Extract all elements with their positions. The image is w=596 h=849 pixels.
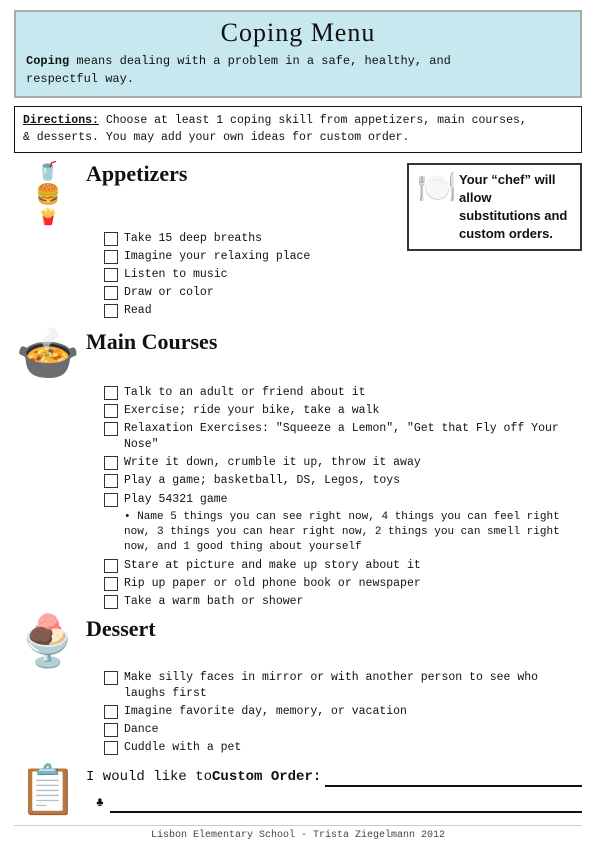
appetizers-image: 🥤 🍔 🍟 <box>14 161 82 227</box>
custom-order-section: 📋 I would like to Custom Order: ♣ <box>14 767 582 815</box>
custom-order-line: I would like to Custom Order: <box>86 767 582 787</box>
checkbox[interactable] <box>104 474 118 488</box>
list-item: Read <box>104 303 582 319</box>
custom-order-second-line: ♣ <box>96 793 582 813</box>
checkbox[interactable] <box>104 304 118 318</box>
checkbox[interactable] <box>104 559 118 573</box>
title-box: Coping Menu Coping means dealing with a … <box>14 10 582 98</box>
dessert-title: Dessert <box>86 616 582 642</box>
checkbox[interactable] <box>104 422 118 436</box>
custom-order-image: 📋 <box>14 767 82 815</box>
list-item: Write it down, crumble it up, throw it a… <box>104 455 582 471</box>
checkbox[interactable] <box>104 232 118 246</box>
list-item: Play 54321 game <box>104 492 582 508</box>
list-item: Dance <box>104 722 582 738</box>
custom-order-content: I would like to Custom Order: ♣ <box>82 767 582 813</box>
item-text: Stare at picture and make up story about… <box>124 558 582 574</box>
checkbox[interactable] <box>104 723 118 737</box>
list-item: Stare at picture and make up story about… <box>104 558 582 574</box>
item-text: Play 54321 game <box>124 492 582 508</box>
checkbox[interactable] <box>104 595 118 609</box>
item-text: Take a warm bath or shower <box>124 594 582 610</box>
main-courses-checklist: Talk to an adult or friend about it Exer… <box>104 385 582 610</box>
item-text: Cuddle with a pet <box>124 740 582 756</box>
item-text: Talk to an adult or friend about it <box>124 385 582 401</box>
club-symbol: ♣ <box>96 795 104 810</box>
checkbox[interactable] <box>104 741 118 755</box>
custom-order-input-line <box>325 767 582 787</box>
main-courses-image: 🍲 <box>14 329 82 381</box>
list-item: Cuddle with a pet <box>104 740 582 756</box>
list-item: Imagine favorite day, memory, or vacatio… <box>104 704 582 720</box>
dessert-checklist: Make silly faces in mirror or with anoth… <box>104 670 582 756</box>
item-text: Imagine favorite day, memory, or vacatio… <box>124 704 582 720</box>
checkbox[interactable] <box>104 671 118 685</box>
list-item: Play a game; basketball, DS, Legos, toys <box>104 473 582 489</box>
checkbox[interactable] <box>104 268 118 282</box>
appetizers-section: 🍽️ Your “chef” will allow substitutions … <box>14 161 582 323</box>
checkbox[interactable] <box>104 705 118 719</box>
list-item: Make silly faces in mirror or with anoth… <box>104 670 582 702</box>
checkbox[interactable] <box>104 404 118 418</box>
main-courses-header: 🍲 Main Courses <box>14 329 582 381</box>
chef-note: 🍽️ Your “chef” will allow substitutions … <box>407 163 582 252</box>
footer-text: Lisbon Elementary School - Trista Ziegel… <box>151 830 445 841</box>
item-text: Rip up paper or old phone book or newspa… <box>124 576 582 592</box>
dessert-title-area: Dessert <box>82 616 582 644</box>
item-text: Write it down, crumble it up, throw it a… <box>124 455 582 471</box>
directions-text: Choose at least 1 coping skill from appe… <box>23 114 527 144</box>
main-courses-title: Main Courses <box>86 329 582 355</box>
title-description: Coping means dealing with a problem in a… <box>26 52 570 88</box>
title-desc-rest: means dealing with a problem in a safe, … <box>26 54 451 86</box>
item-text: Listen to music <box>124 267 582 283</box>
item-text: Relaxation Exercises: "Squeeze a Lemon",… <box>124 421 582 453</box>
coping-word: Coping <box>26 54 69 68</box>
dessert-header: 🍨 Dessert <box>14 616 582 666</box>
item-text: Draw or color <box>124 285 582 301</box>
list-item: Take 15 deep breaths <box>104 231 399 247</box>
checkbox[interactable] <box>104 286 118 300</box>
main-courses-title-area: Main Courses <box>82 329 582 357</box>
checkbox[interactable] <box>104 493 118 507</box>
list-item: Exercise; ride your bike, take a walk <box>104 403 582 419</box>
list-item: Talk to an adult or friend about it <box>104 385 582 401</box>
item-text: Take 15 deep breaths <box>124 231 399 247</box>
page-title: Coping Menu <box>26 18 570 48</box>
directions-label: Directions: <box>23 114 99 127</box>
main-courses-section: 🍲 Main Courses Talk to an adult or frien… <box>14 329 582 610</box>
chef-note-text: Your “chef” will allow substitutions and… <box>459 171 572 244</box>
item-text: Exercise; ride your bike, take a walk <box>124 403 582 419</box>
list-item: Listen to music <box>104 267 582 283</box>
checkbox[interactable] <box>104 456 118 470</box>
list-item: Relaxation Exercises: "Squeeze a Lemon",… <box>104 421 582 453</box>
chef-hat-icon: 🍽️ <box>417 171 453 203</box>
checkbox[interactable] <box>104 386 118 400</box>
dessert-section: 🍨 Dessert Make silly faces in mirror or … <box>14 616 582 756</box>
list-item: Rip up paper or old phone book or newspa… <box>104 576 582 592</box>
bullet-item: • Name 5 things you can see right now, 4… <box>124 510 582 556</box>
item-text: Read <box>124 303 582 319</box>
list-item: Draw or color <box>104 285 582 301</box>
list-item: Take a warm bath or shower <box>104 594 582 610</box>
appetizers-title-area: Appetizers <box>82 161 399 189</box>
checkbox[interactable] <box>104 250 118 264</box>
directions-box: Directions: Choose at least 1 coping ski… <box>14 106 582 153</box>
item-text: Play a game; basketball, DS, Legos, toys <box>124 473 582 489</box>
footer: Lisbon Elementary School - Trista Ziegel… <box>14 825 582 841</box>
item-text: Imagine your relaxing place <box>124 249 399 265</box>
item-text: Dance <box>124 722 582 738</box>
custom-order-second-input <box>110 793 582 813</box>
list-item: Imagine your relaxing place <box>104 249 399 265</box>
checkbox[interactable] <box>104 577 118 591</box>
dessert-image: 🍨 <box>14 616 82 666</box>
appetizers-header: 🥤 🍔 🍟 Appetizers <box>14 161 399 227</box>
appetizers-title: Appetizers <box>86 161 399 187</box>
item-text: Make silly faces in mirror or with anoth… <box>124 670 582 702</box>
